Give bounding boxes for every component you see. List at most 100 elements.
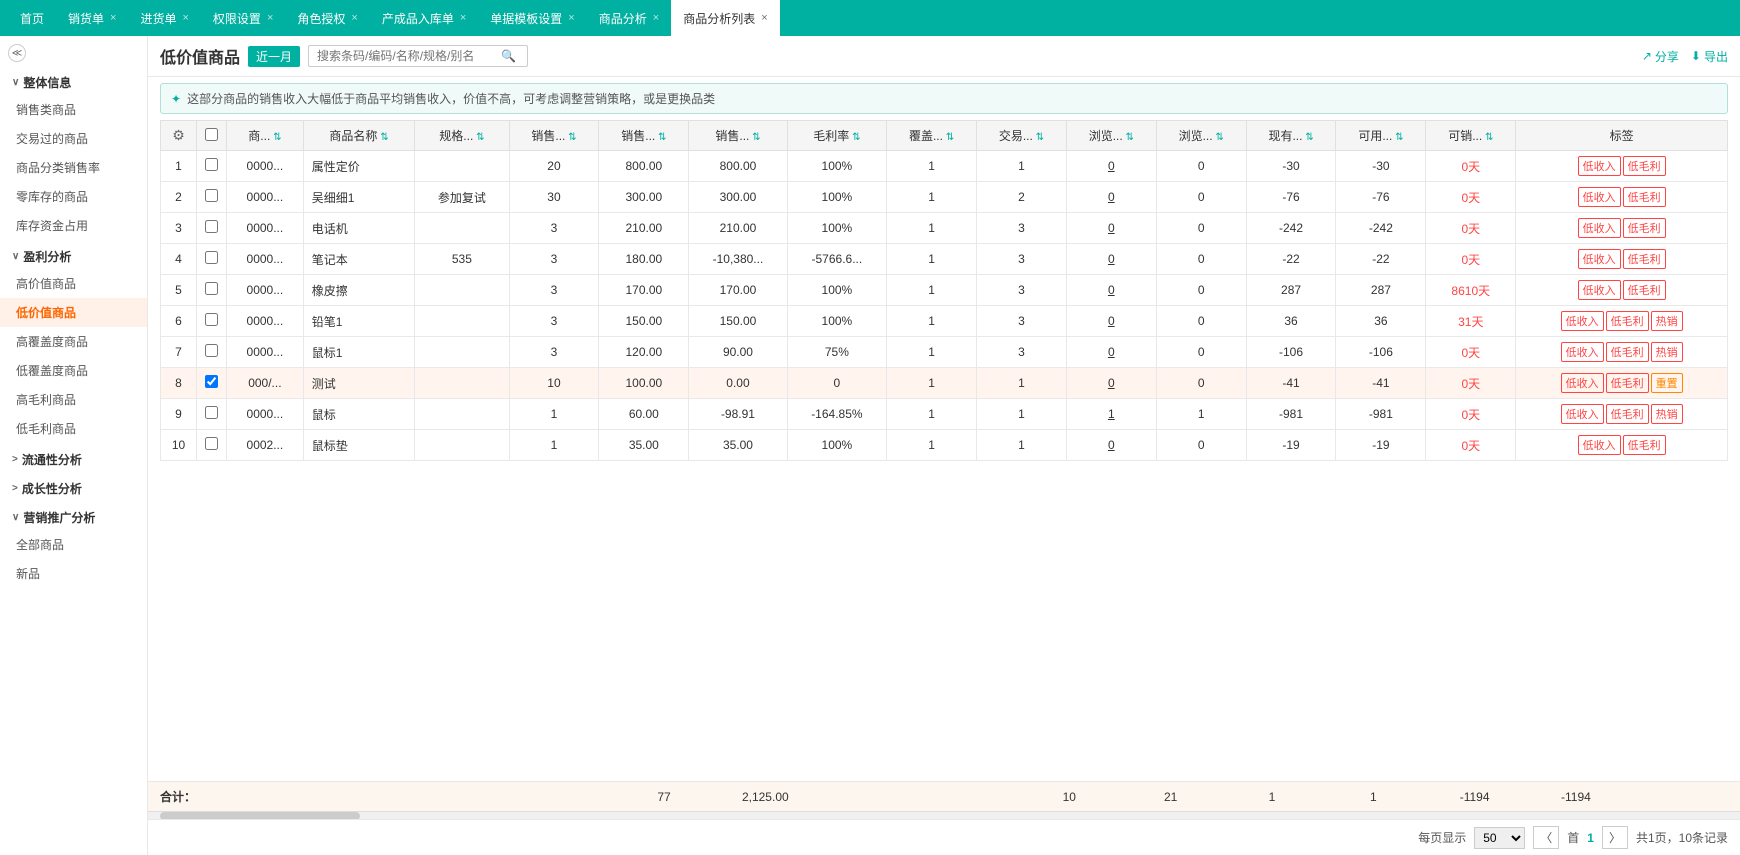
row-checkbox[interactable]	[205, 406, 218, 419]
per-page-select[interactable]: 50 100 200	[1474, 827, 1525, 849]
sidebar-item-high-value[interactable]: 高价值商品	[0, 269, 147, 298]
col-name[interactable]: 商品名称 ⇅	[303, 121, 415, 151]
sidebar-item-low-coverage[interactable]: 低覆盖度商品	[0, 356, 147, 385]
sidebar-item-stock-value[interactable]: 库存资金占用	[0, 211, 147, 240]
row-sales-qty: 1	[509, 399, 599, 430]
row-browse1[interactable]: 0	[1066, 213, 1156, 244]
table-container[interactable]: ⚙ 商... ⇅ 商品名称 ⇅ 规格... ⇅ 销售... ⇅ 销售... ⇅ …	[148, 120, 1740, 781]
nav-analysis[interactable]: 商品分析 ×	[587, 0, 671, 36]
close-product-icon[interactable]: ×	[460, 12, 466, 24]
browse1-link[interactable]: 0	[1108, 190, 1115, 204]
row-gross-rate: 100%	[787, 275, 886, 306]
table-row: 7 0000... 鼠标1 3 120.00 90.00 75% 1 3 0 0…	[161, 337, 1728, 368]
close-template-icon[interactable]: ×	[568, 12, 574, 24]
row-checkbox[interactable]	[205, 437, 218, 450]
row-browse1[interactable]: 0	[1066, 151, 1156, 182]
col-browse2[interactable]: 浏览... ⇅	[1156, 121, 1246, 151]
browse1-link[interactable]: 0	[1108, 221, 1115, 235]
row-checkbox[interactable]	[205, 313, 218, 326]
browse1-link[interactable]: 0	[1108, 283, 1115, 297]
row-browse1[interactable]: 0	[1066, 368, 1156, 399]
col-sales-qty[interactable]: 销售... ⇅	[509, 121, 599, 151]
nav-sales[interactable]: 销货单 ×	[56, 0, 128, 36]
sidebar-item-new-products[interactable]: 新品	[0, 559, 147, 588]
row-checkbox[interactable]	[205, 375, 218, 388]
sidebar-group-growth[interactable]: > 成长性分析	[0, 472, 147, 501]
sidebar-item-sales-category[interactable]: 销售类商品	[0, 95, 147, 124]
search-input[interactable]	[317, 49, 497, 63]
col-sales-gross[interactable]: 销售... ⇅	[689, 121, 787, 151]
col-saleable[interactable]: 可销... ⇅	[1426, 121, 1516, 151]
row-checkbox[interactable]	[205, 220, 218, 233]
browse1-link[interactable]: 0	[1108, 314, 1115, 328]
first-page-btn[interactable]: 〈	[1533, 826, 1559, 849]
sidebar-item-low-value[interactable]: 低价值商品	[0, 298, 147, 327]
nav-template[interactable]: 单据模板设置 ×	[478, 0, 586, 36]
gear-icon[interactable]: ⚙	[172, 127, 185, 143]
row-available: -19	[1336, 430, 1426, 461]
nav-home[interactable]: 首页	[8, 0, 56, 36]
sidebar-item-all-products[interactable]: 全部商品	[0, 530, 147, 559]
close-analysis-list-icon[interactable]: ×	[761, 12, 767, 24]
sidebar-group-marketing[interactable]: ∨ 营销推广分析	[0, 501, 147, 530]
sidebar-item-high-coverage[interactable]: 高覆盖度商品	[0, 327, 147, 356]
nav-product[interactable]: 产成品入库单 ×	[370, 0, 478, 36]
row-browse1[interactable]: 0	[1066, 182, 1156, 213]
row-browse1[interactable]: 0	[1066, 244, 1156, 275]
col-browse1[interactable]: 浏览... ⇅	[1066, 121, 1156, 151]
close-permission-icon[interactable]: ×	[267, 12, 273, 24]
sidebar-item-low-profit[interactable]: 低毛利商品	[0, 414, 147, 443]
row-checkbox[interactable]	[205, 282, 218, 295]
nav-role[interactable]: 角色授权 ×	[285, 0, 369, 36]
row-checkbox[interactable]	[205, 158, 218, 171]
select-all-checkbox[interactable]	[205, 128, 218, 141]
sidebar-item-traded[interactable]: 交易过的商品	[0, 124, 147, 153]
sidebar-group-overall[interactable]: ∨ 整体信息	[0, 66, 147, 95]
col-gross-rate[interactable]: 毛利率 ⇅	[787, 121, 886, 151]
sidebar-collapse-btn[interactable]: ≪	[8, 44, 26, 62]
close-role-icon[interactable]: ×	[351, 12, 357, 24]
col-checkbox[interactable]	[197, 121, 227, 151]
filter-btn[interactable]: 近一月	[248, 46, 300, 67]
row-browse1[interactable]: 0	[1066, 430, 1156, 461]
col-settings[interactable]: ⚙	[161, 121, 197, 151]
browse1-link[interactable]: 0	[1108, 345, 1115, 359]
search-icon[interactable]: 🔍	[501, 49, 516, 63]
row-browse1[interactable]: 0	[1066, 275, 1156, 306]
col-available[interactable]: 可用... ⇅	[1336, 121, 1426, 151]
col-coverage[interactable]: 覆盖... ⇅	[887, 121, 977, 151]
row-browse1[interactable]: 0	[1066, 337, 1156, 368]
browse1-link[interactable]: 0	[1108, 159, 1115, 173]
next-page-btn[interactable]: 〉	[1602, 826, 1628, 849]
nav-permission[interactable]: 权限设置 ×	[201, 0, 285, 36]
browse1-link[interactable]: 1	[1108, 407, 1115, 421]
col-trade[interactable]: 交易... ⇅	[976, 121, 1066, 151]
browse1-link[interactable]: 0	[1108, 438, 1115, 452]
horizontal-scrollbar[interactable]	[148, 811, 1740, 819]
col-code[interactable]: 商... ⇅	[227, 121, 304, 151]
sidebar-item-sales-ratio[interactable]: 商品分类销售率	[0, 153, 147, 182]
row-current: -242	[1246, 213, 1336, 244]
nav-purchase[interactable]: 进货单 ×	[128, 0, 200, 36]
sidebar-item-high-profit[interactable]: 高毛利商品	[0, 385, 147, 414]
row-browse1[interactable]: 0	[1066, 306, 1156, 337]
share-button[interactable]: ↗ 分享	[1642, 48, 1679, 65]
col-sales-price[interactable]: 销售... ⇅	[599, 121, 689, 151]
export-button[interactable]: ⬇ 导出	[1691, 48, 1728, 65]
browse1-link[interactable]: 0	[1108, 252, 1115, 266]
col-current[interactable]: 现有... ⇅	[1246, 121, 1336, 151]
close-sales-icon[interactable]: ×	[110, 12, 116, 24]
row-checkbox[interactable]	[205, 189, 218, 202]
col-spec[interactable]: 规格... ⇅	[415, 121, 509, 151]
row-checkbox[interactable]	[205, 344, 218, 357]
sidebar-group-flow[interactable]: > 流通性分析	[0, 443, 147, 472]
row-current: 36	[1246, 306, 1336, 337]
sidebar-item-zero-stock[interactable]: 零库存的商品	[0, 182, 147, 211]
close-purchase-icon[interactable]: ×	[182, 12, 188, 24]
browse1-link[interactable]: 0	[1108, 376, 1115, 390]
sidebar-group-profit[interactable]: ∨ 盈利分析	[0, 240, 147, 269]
close-analysis-icon[interactable]: ×	[653, 12, 659, 24]
row-checkbox[interactable]	[205, 251, 218, 264]
nav-analysis-list[interactable]: 商品分析列表 ×	[671, 0, 779, 36]
row-browse1[interactable]: 1	[1066, 399, 1156, 430]
